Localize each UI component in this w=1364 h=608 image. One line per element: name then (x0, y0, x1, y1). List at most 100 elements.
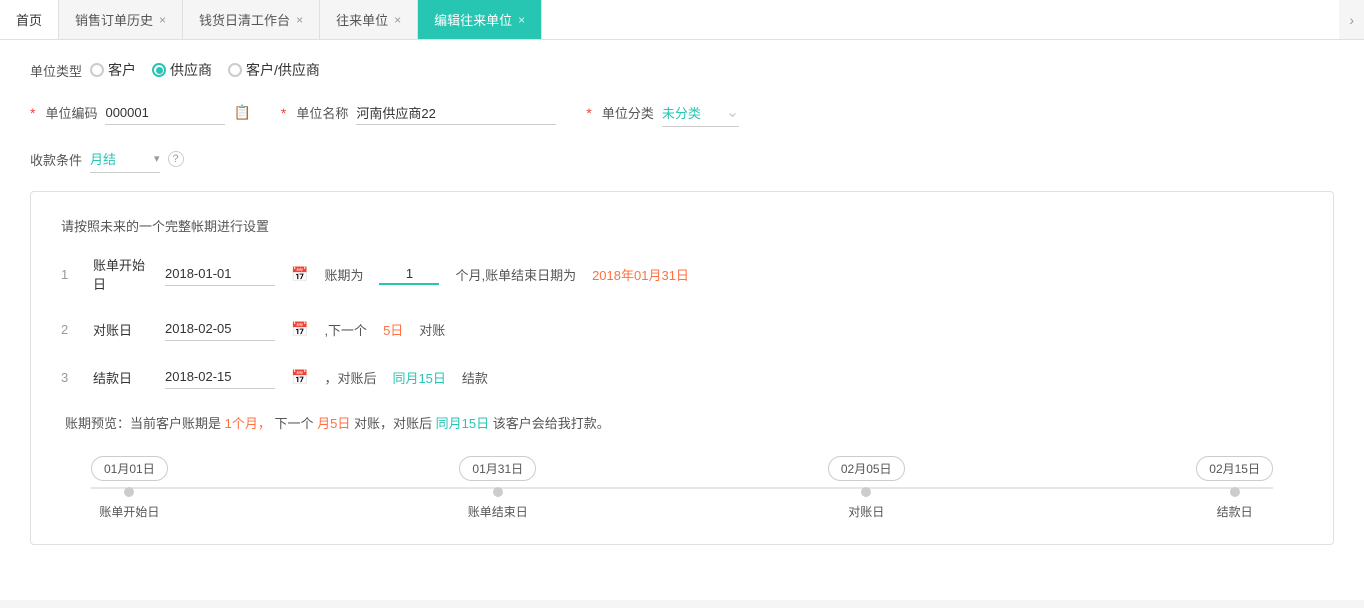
unit-name-input[interactable] (356, 101, 556, 125)
tab-home[interactable]: 首页 (0, 0, 59, 39)
tab-edit-counterparty-close[interactable]: × (518, 13, 525, 27)
radio-group-unit-type: 客户 供应商 客户/供应商 (90, 60, 320, 80)
payment-condition-value: 月结 (90, 149, 150, 168)
chevron-right-icon: › (1349, 12, 1354, 28)
period-payment-date-input[interactable] (165, 365, 275, 389)
radio-supplier-label: 供应商 (170, 60, 212, 80)
preview-reconcile-prefix: 下一个 (275, 416, 314, 431)
tab-counterparty-close[interactable]: × (394, 13, 401, 27)
timeline-label-1: 账单结束日 (468, 503, 528, 520)
period-month-suffix: 个月,账单结束日期为 (455, 265, 576, 284)
unit-category-chevron-icon[interactable]: ⌄ (726, 102, 739, 122)
timeline-date-2: 02月05日 (828, 456, 905, 481)
unit-type-group: 单位类型 客户 供应商 客户/供应商 (30, 60, 320, 80)
tab-counterparty[interactable]: 往来单位 × (320, 0, 418, 39)
payment-condition-row: 收款条件 月结 ▾ ? (30, 145, 1334, 173)
timeline-dot-2 (861, 487, 871, 497)
radio-supplier[interactable]: 供应商 (152, 60, 212, 80)
period-row-3: 3 结款日 📅 ，对账后 同月15日 结款 (61, 365, 1303, 389)
period-payment-day-highlight: 同月15日 (392, 368, 445, 387)
period-label-1: 账单开始日 (93, 255, 149, 293)
timeline-node-2: 02月05日 对账日 (828, 456, 905, 520)
period-label-3: 结款日 (93, 368, 149, 387)
period-row-2: 2 对账日 📅 ,下一个 5日 对账 (61, 317, 1303, 341)
unit-category-select[interactable]: 未分类 ⌄ (662, 98, 739, 127)
period-end-date-highlight: 2018年01月31日 (592, 265, 689, 284)
preview-payment: 同月15日 (436, 416, 489, 431)
period-number-3: 3 (61, 370, 77, 385)
tab-edit-counterparty[interactable]: 编辑往来单位 × (418, 0, 542, 39)
unit-category-group: * 单位分类 未分类 ⌄ (586, 98, 739, 127)
timeline-node-1: 01月31日 账单结束日 (459, 456, 536, 520)
period-reconcile-calendar-icon[interactable]: 📅 (291, 321, 308, 338)
timeline-dot-0 (124, 487, 134, 497)
unit-category-label: 单位分类 (602, 103, 654, 122)
unit-code-calendar-icon[interactable]: 📋 (233, 104, 250, 121)
tab-home-label: 首页 (16, 10, 42, 29)
timeline-label-0: 账单开始日 (99, 503, 159, 520)
radio-both-label: 客户/供应商 (246, 60, 320, 80)
timeline-dot-1 (493, 487, 503, 497)
period-payment-prefix: ，对账后 (324, 368, 376, 387)
period-label-2: 对账日 (93, 320, 149, 339)
unit-code-label: 单位编码 (45, 103, 97, 122)
payment-condition-group: 收款条件 月结 ▾ ? (30, 145, 184, 173)
timeline-node-0: 01月01日 账单开始日 (91, 456, 168, 520)
unit-type-row: 单位类型 客户 供应商 客户/供应商 (30, 60, 1334, 80)
timeline-date-1: 01月31日 (459, 456, 536, 481)
period-reconcile-prefix: ,下一个 (324, 320, 367, 339)
tabs-bar: 首页 销售订单历史 × 钱货日清工作台 × 往来单位 × 编辑往来单位 × › (0, 0, 1364, 40)
payment-condition-select[interactable]: 月结 ▾ (90, 145, 160, 173)
tab-sales-history-label: 销售订单历史 (75, 10, 153, 29)
unit-name-group: * 单位名称 (281, 101, 556, 125)
unit-info-row: * 单位编码 📋 * 单位名称 * 单位分类 未分类 ⌄ (30, 98, 1334, 127)
preview-reconcile: 月5日 (317, 416, 350, 431)
timeline-node-3: 02月15日 结款日 (1196, 456, 1273, 520)
tab-expand-button[interactable]: › (1339, 0, 1364, 39)
period-reconcile-date-input[interactable] (165, 317, 275, 341)
radio-supplier-circle (152, 63, 166, 77)
timeline-items: 01月01日 账单开始日 01月31日 账单结束日 02月05日 对账日 02月… (91, 456, 1273, 520)
timeline-date-3: 02月15日 (1196, 456, 1273, 481)
period-reconcile-suffix: 对账 (419, 320, 445, 339)
radio-customer[interactable]: 客户 (90, 60, 136, 80)
radio-customer-label: 客户 (108, 60, 136, 80)
tab-cash-ledger-close[interactable]: × (296, 13, 303, 27)
timeline: 01月01日 账单开始日 01月31日 账单结束日 02月05日 对账日 02月… (61, 456, 1303, 520)
period-payment-calendar-icon[interactable]: 📅 (291, 369, 308, 386)
preview-period: 1个月， (225, 416, 271, 431)
preview-end: 该客户会给我打款。 (493, 416, 610, 431)
payment-condition-chevron-icon[interactable]: ▾ (154, 152, 160, 165)
payment-condition-label: 收款条件 (30, 150, 82, 169)
period-start-date-input[interactable] (165, 262, 275, 286)
radio-both-circle (228, 63, 242, 77)
period-payment-suffix: 结款 (462, 368, 488, 387)
timeline-dot-3 (1230, 487, 1240, 497)
tab-sales-history-close[interactable]: × (159, 13, 166, 27)
period-row-1: 1 账单开始日 📅 账期为 个月,账单结束日期为 2018年01月31日 (61, 255, 1303, 293)
main-content: 单位类型 客户 供应商 客户/供应商 * 单位编码 (0, 40, 1364, 600)
period-start-calendar-icon[interactable]: 📅 (291, 266, 308, 283)
radio-customer-circle (90, 63, 104, 77)
unit-name-required: * (281, 105, 286, 121)
period-settings-card: 请按照未来的一个完整帐期进行设置 1 账单开始日 📅 账期为 个月,账单结束日期… (30, 191, 1334, 545)
preview-section: 账期预览：当前客户账期是 1个月， 下一个 月5日 对账，对账后 同月15日 该… (61, 413, 1303, 432)
preview-reconcile-suffix: 对账，对账后 (354, 416, 436, 431)
period-months-input[interactable] (379, 264, 439, 285)
card-instruction: 请按照未来的一个完整帐期进行设置 (61, 216, 1303, 235)
preview-label: 账期预览：当前客户账期是 (65, 416, 221, 431)
timeline-date-0: 01月01日 (91, 456, 168, 481)
period-number-1: 1 (61, 267, 77, 282)
radio-both[interactable]: 客户/供应商 (228, 60, 320, 80)
unit-category-value: 未分类 (662, 103, 722, 122)
unit-code-required: * (30, 105, 35, 121)
tab-edit-counterparty-label: 编辑往来单位 (434, 10, 512, 29)
unit-code-input[interactable] (105, 101, 225, 125)
unit-category-required: * (586, 105, 591, 121)
help-icon[interactable]: ? (168, 151, 184, 167)
tab-cash-ledger[interactable]: 钱货日清工作台 × (183, 0, 320, 39)
tab-sales-history[interactable]: 销售订单历史 × (59, 0, 183, 39)
unit-name-label: 单位名称 (296, 103, 348, 122)
unit-type-label: 单位类型 (30, 61, 82, 80)
unit-code-group: * 单位编码 📋 (30, 101, 251, 125)
